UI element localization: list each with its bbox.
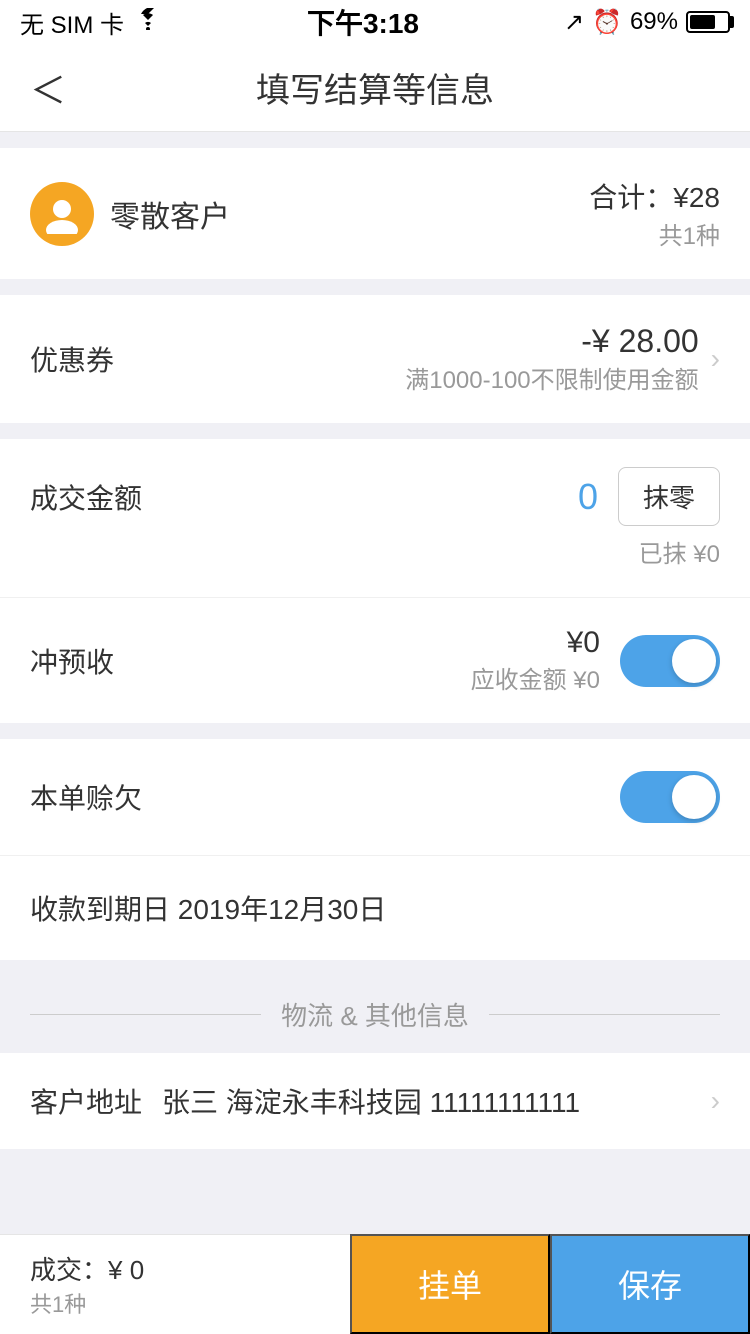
coupon-value-block: -¥ 28.00 满1000-100不限制使用金额 [405, 323, 698, 395]
bottom-count: 共1种 [30, 1287, 320, 1319]
coupon-amount: -¥ 28.00 [405, 323, 698, 360]
logistics-separator: 物流 & 其他信息 [0, 976, 750, 1053]
hold-button[interactable]: 挂单 [350, 1234, 550, 1334]
customer-section: 零散客户 合计：¥28 共1种 [0, 148, 750, 279]
transaction-section: 成交金额 0 抹零 已抹 ¥0 [0, 439, 750, 598]
bottom-transaction-label: 成交： [30, 1255, 108, 1285]
transaction-sub: 已抹 ¥0 [30, 534, 720, 569]
bottom-transaction-value: ¥ 0 [108, 1255, 144, 1285]
prepay-sub: 应收金额 ¥0 [471, 660, 600, 695]
address-chevron-icon: › [711, 1085, 720, 1117]
prepay-section: 冲预收 ¥0 应收金额 ¥0 [0, 598, 750, 723]
address-section[interactable]: 客户地址 张三 海淀永丰科技园 11111111111 › [0, 1053, 750, 1149]
coupon-right: -¥ 28.00 满1000-100不限制使用金额 › [405, 323, 720, 395]
address-value: 张三 海淀永丰科技园 11111111111 [162, 1081, 711, 1121]
bottom-info: 成交：¥ 0 共1种 [0, 1234, 350, 1334]
round-zero-button[interactable]: 抹零 [618, 467, 720, 526]
sep-line-left [30, 1014, 261, 1015]
due-date-content: 收款到期日 2019年12月30日 [30, 894, 386, 925]
coupon-row[interactable]: 优惠券 -¥ 28.00 满1000-100不限制使用金额 › [0, 295, 750, 423]
address-label: 客户地址 [30, 1081, 142, 1121]
alarm-icon: ⏰ [592, 8, 622, 37]
prepay-value-block: ¥0 应收金额 ¥0 [471, 626, 600, 695]
transaction-value: 0 [578, 476, 598, 518]
location-icon: ↗ [564, 8, 584, 37]
customer-count: 共1种 [589, 216, 720, 251]
status-right: ↗ ⏰ 69% [564, 8, 730, 37]
credit-row: 本单赊欠 [0, 739, 750, 855]
bottom-bar: 成交：¥ 0 共1种 挂单 保存 [0, 1234, 750, 1334]
status-time: 下午3:18 [307, 2, 419, 42]
credit-section: 本单赊欠 收款到期日 2019年12月30日 [0, 739, 750, 960]
prepay-label: 冲预收 [30, 641, 114, 681]
customer-avatar [30, 182, 94, 246]
amounts-section: 成交金额 0 抹零 已抹 ¥0 冲预收 ¥0 应收金额 ¥0 [0, 439, 750, 723]
due-date-section: 收款到期日 2019年12月30日 [0, 855, 750, 960]
battery-icon [686, 11, 730, 33]
customer-row: 零散客户 合计：¥28 共1种 [0, 148, 750, 279]
toggle-knob [672, 639, 716, 683]
status-bar: 无 SIM 卡 下午3:18 ↗ ⏰ 69% [0, 0, 750, 44]
logistics-label: 物流 & 其他信息 [281, 996, 469, 1033]
customer-name: 零散客户 [110, 192, 230, 236]
prepay-toggle[interactable] [620, 635, 720, 687]
back-button[interactable]: ＜ [30, 62, 66, 114]
sep-line-right [489, 1014, 720, 1015]
wifi-icon [134, 8, 162, 37]
separator-line: 物流 & 其他信息 [30, 996, 720, 1033]
customer-total: 合计：¥28 [589, 176, 720, 216]
transaction-right: 0 抹零 [578, 467, 720, 526]
credit-label: 本单赊欠 [30, 777, 142, 817]
status-left: 无 SIM 卡 [20, 5, 162, 40]
coupon-desc: 满1000-100不限制使用金额 [405, 360, 698, 395]
prepay-amount: ¥0 [471, 626, 600, 660]
customer-right: 合计：¥28 共1种 [589, 176, 720, 251]
save-button[interactable]: 保存 [550, 1234, 750, 1334]
address-row[interactable]: 客户地址 张三 海淀永丰科技园 11111111111 › [0, 1053, 750, 1149]
prepay-row: 冲预收 ¥0 应收金额 ¥0 [30, 626, 720, 695]
credit-toggle[interactable] [620, 771, 720, 823]
coupon-section[interactable]: 优惠券 -¥ 28.00 满1000-100不限制使用金额 › [0, 295, 750, 423]
bottom-transaction: 成交：¥ 0 [30, 1250, 320, 1287]
customer-left: 零散客户 [30, 182, 230, 246]
carrier-text: 无 SIM 卡 [20, 5, 124, 40]
page-title: 填写结算等信息 [256, 63, 494, 112]
nav-bar: ＜ 填写结算等信息 [0, 44, 750, 132]
battery-percent: 69% [630, 8, 678, 36]
transaction-label: 成交金额 [30, 477, 142, 517]
chevron-right-icon: › [711, 343, 720, 375]
credit-toggle-knob [672, 775, 716, 819]
prepay-right: ¥0 应收金额 ¥0 [471, 626, 720, 695]
transaction-row: 成交金额 0 抹零 [30, 467, 720, 526]
coupon-label: 优惠券 [30, 339, 114, 379]
